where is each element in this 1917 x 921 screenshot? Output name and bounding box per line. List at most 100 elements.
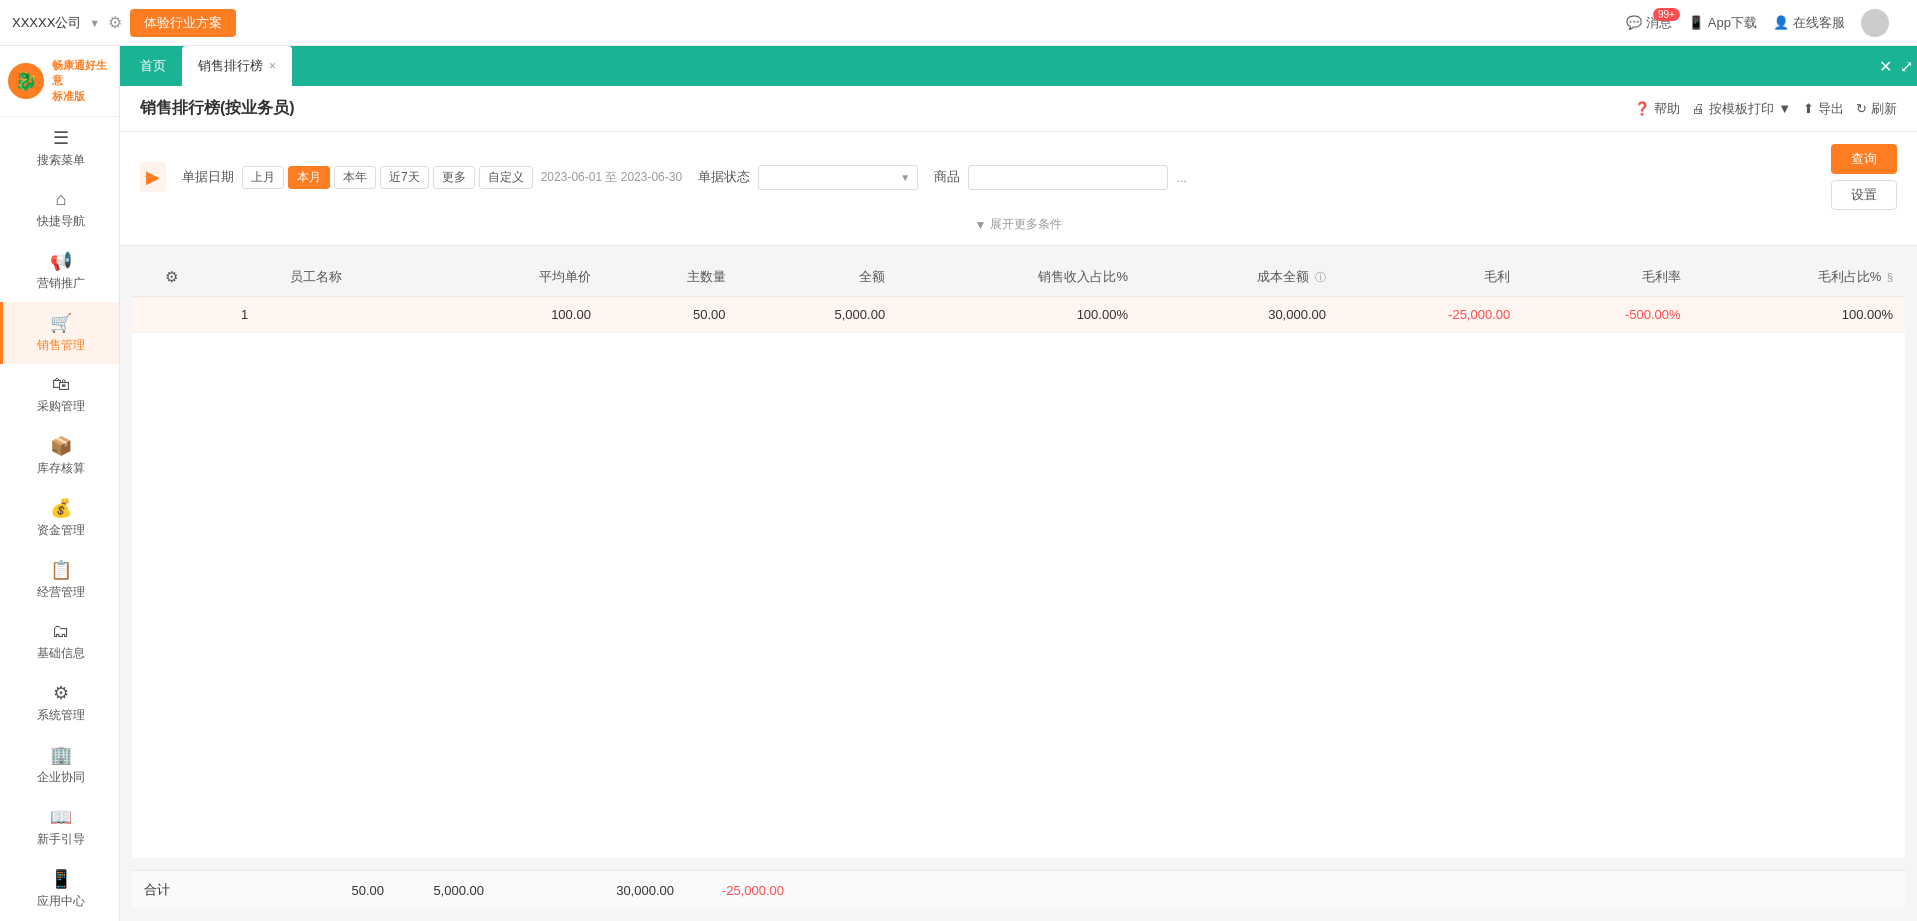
row-gross-rate: -500.00% (1522, 297, 1692, 333)
query-button[interactable]: 查询 (1831, 144, 1897, 174)
filter-actions: 查询 设置 (1831, 144, 1897, 210)
online-service-icon: 👤 (1773, 15, 1789, 30)
page-header: 销售排行榜(按业务员) ❓ 帮助 🖨 按模板打印 ▼ ⬆ 导出 (120, 86, 1917, 132)
date-prev-btn[interactable]: 上月 (242, 166, 284, 189)
date-custom-btn[interactable]: 自定义 (479, 166, 533, 189)
collapse-filter-btn[interactable]: ▶ (140, 162, 166, 192)
sidebar-logo: 🐉 畅康通好生意 标准版 (0, 46, 119, 117)
gross-pct-info-icon[interactable]: § (1887, 271, 1893, 283)
sidebar-item-operations[interactable]: 📋 经营管理 (0, 549, 119, 611)
print-dropdown-icon[interactable]: ▼ (1778, 101, 1791, 116)
table-head: ⚙ 员工名称 平均单价 主数量 全额 销售收入占比% 成本全额 ⓘ (132, 258, 1905, 297)
col-gross-rate-header: 毛利率 (1522, 258, 1692, 297)
trial-button[interactable]: 体验行业方案 (130, 9, 236, 37)
sales-icon: 🛒 (50, 312, 72, 334)
row-total: 5,000.00 (738, 297, 898, 333)
sidebar-item-label: 经营管理 (37, 584, 85, 601)
row-rank: 1 (211, 297, 278, 333)
row-gross: -25,000.00 (1338, 297, 1522, 333)
date-7days-btn[interactable]: 近7天 (380, 166, 429, 189)
help-button[interactable]: ❓ 帮助 (1634, 100, 1680, 118)
sidebar-item-enterprise[interactable]: 🏢 企业协同 (0, 734, 119, 796)
message-area[interactable]: 💬 消息 99+ (1626, 14, 1672, 32)
total-main-qty: 50.00 (304, 883, 384, 898)
company-dropdown-icon[interactable]: ▼ (89, 17, 100, 29)
tab-home[interactable]: 首页 (124, 46, 182, 86)
filter-bar: ▶ 单据日期 上月 本月 本年 近7天 更多 自定义 2023-06-01 至 … (120, 132, 1917, 246)
sidebar-item-system[interactable]: ⚙ 系统管理 (0, 672, 119, 734)
sidebar-item-label: 基础信息 (37, 645, 85, 662)
logo-text: 畅康通好生意 标准版 (52, 58, 111, 104)
row-gross-pct: 100.00% (1693, 297, 1905, 333)
status-select-wrapper (758, 165, 918, 190)
sidebar-item-basic-info[interactable]: 🗂 基础信息 (0, 611, 119, 672)
page-content: 销售排行榜(按业务员) ❓ 帮助 🖨 按模板打印 ▼ ⬆ 导出 (120, 86, 1917, 921)
refresh-button[interactable]: ↻ 刷新 (1856, 100, 1897, 118)
content-area: 首页 销售排行榜 × ✕ ⤢ 销售排行榜(按业务员) ❓ 帮助 (120, 46, 1917, 921)
col-cost-header: 成本全额 ⓘ (1140, 258, 1338, 297)
date-filter-label: 单据日期 (182, 168, 234, 186)
company-name[interactable]: XXXXX公司 (12, 14, 81, 32)
sidebar-item-guide[interactable]: 📖 新手引导 (0, 796, 119, 858)
table-settings-col-header[interactable]: ⚙ (132, 258, 211, 297)
date-year-btn[interactable]: 本年 (334, 166, 376, 189)
top-bar: XXXXX公司 ▼ ⚙ 体验行业方案 💬 消息 99+ 📱 App下载 👤 在线… (0, 0, 1917, 46)
sidebar-item-marketing[interactable]: 📢 营销推广 (0, 240, 119, 302)
sidebar-item-app-center[interactable]: 📱 应用中心 (0, 858, 119, 920)
expand-more-icon: ▼ (975, 218, 987, 232)
marketing-icon: 📢 (50, 250, 72, 272)
date-more-btn[interactable]: 更多 (433, 166, 475, 189)
sidebar-item-search[interactable]: ☰ 搜索菜单 (0, 117, 119, 179)
row-settings[interactable] (132, 297, 211, 333)
tab-sales-ranking[interactable]: 销售排行榜 × (182, 46, 292, 86)
top-bar-left: XXXXX公司 ▼ ⚙ 体验行业方案 (12, 9, 236, 37)
app-download-label: App下载 (1708, 14, 1757, 32)
col-total-header: 全额 (738, 258, 898, 297)
tab-close-icon[interactable]: × (269, 59, 276, 73)
operations-icon: 📋 (50, 559, 72, 581)
table-body: 1 100.00 50.00 5,000.00 100.00% 30,000.0… (132, 297, 1905, 333)
home-tab-label: 首页 (140, 57, 166, 75)
export-button[interactable]: ⬆ 导出 (1803, 100, 1844, 118)
guide-icon: 📖 (50, 806, 72, 828)
sidebar-item-inventory[interactable]: 📦 库存核算 (0, 425, 119, 487)
sidebar-item-purchase[interactable]: 🛍 采购管理 (0, 364, 119, 425)
goods-more-btn[interactable]: ... (1176, 170, 1187, 185)
date-cur-btn[interactable]: 本月 (288, 166, 330, 189)
sidebar-item-label: 采购管理 (37, 398, 85, 415)
online-service-link[interactable]: 👤 在线客服 (1773, 14, 1845, 32)
sidebar-item-label: 营销推广 (37, 275, 85, 292)
status-filter: 单据状态 (698, 165, 918, 190)
goods-input[interactable] (968, 165, 1168, 190)
sidebar-item-label: 资金管理 (37, 522, 85, 539)
company-settings-icon[interactable]: ⚙ (108, 13, 122, 32)
expand-more-btn[interactable]: ▼ 展开更多条件 (140, 210, 1897, 233)
sidebar-item-label: 库存核算 (37, 460, 85, 477)
date-buttons: 上月 本月 本年 近7天 更多 自定义 (242, 166, 533, 189)
system-icon: ⚙ (53, 682, 69, 704)
sidebar-item-quick-nav[interactable]: ⌂ 快捷导航 (0, 179, 119, 240)
settings-button[interactable]: 设置 (1831, 180, 1897, 210)
sidebar-item-label: 快捷导航 (37, 213, 85, 230)
sidebar-item-label: 搜索菜单 (37, 152, 85, 169)
col-sales-pct-header: 销售收入占比% (897, 258, 1140, 297)
export-icon: ⬆ (1803, 101, 1814, 116)
refresh-icon: ↻ (1856, 101, 1867, 116)
print-button[interactable]: 🖨 按模板打印 ▼ (1692, 100, 1791, 118)
sidebar-item-finance[interactable]: 💰 资金管理 (0, 487, 119, 549)
status-select[interactable] (758, 165, 918, 190)
total-row: 合计 50.00 5,000.00 30,000.00 -25,000.00 (132, 871, 1905, 909)
tab-close-btn[interactable]: ✕ (1879, 57, 1892, 76)
app-download-icon: 📱 (1688, 15, 1704, 30)
cost-info-icon[interactable]: ⓘ (1315, 271, 1326, 283)
row-avg-price: 100.00 (440, 297, 603, 333)
row-main-qty: 50.00 (603, 297, 738, 333)
app-download-link[interactable]: 📱 App下载 (1688, 14, 1757, 32)
avatar[interactable] (1861, 9, 1889, 37)
sidebar-item-sales[interactable]: 🛒 销售管理 (0, 302, 119, 364)
table-area: ⚙ 员工名称 平均单价 主数量 全额 销售收入占比% 成本全额 ⓘ (132, 258, 1905, 858)
tab-maximize-btn[interactable]: ⤢ (1900, 57, 1913, 76)
expand-more-label: 展开更多条件 (990, 216, 1062, 233)
row-employee (278, 297, 441, 333)
online-service-label: 在线客服 (1793, 14, 1845, 32)
